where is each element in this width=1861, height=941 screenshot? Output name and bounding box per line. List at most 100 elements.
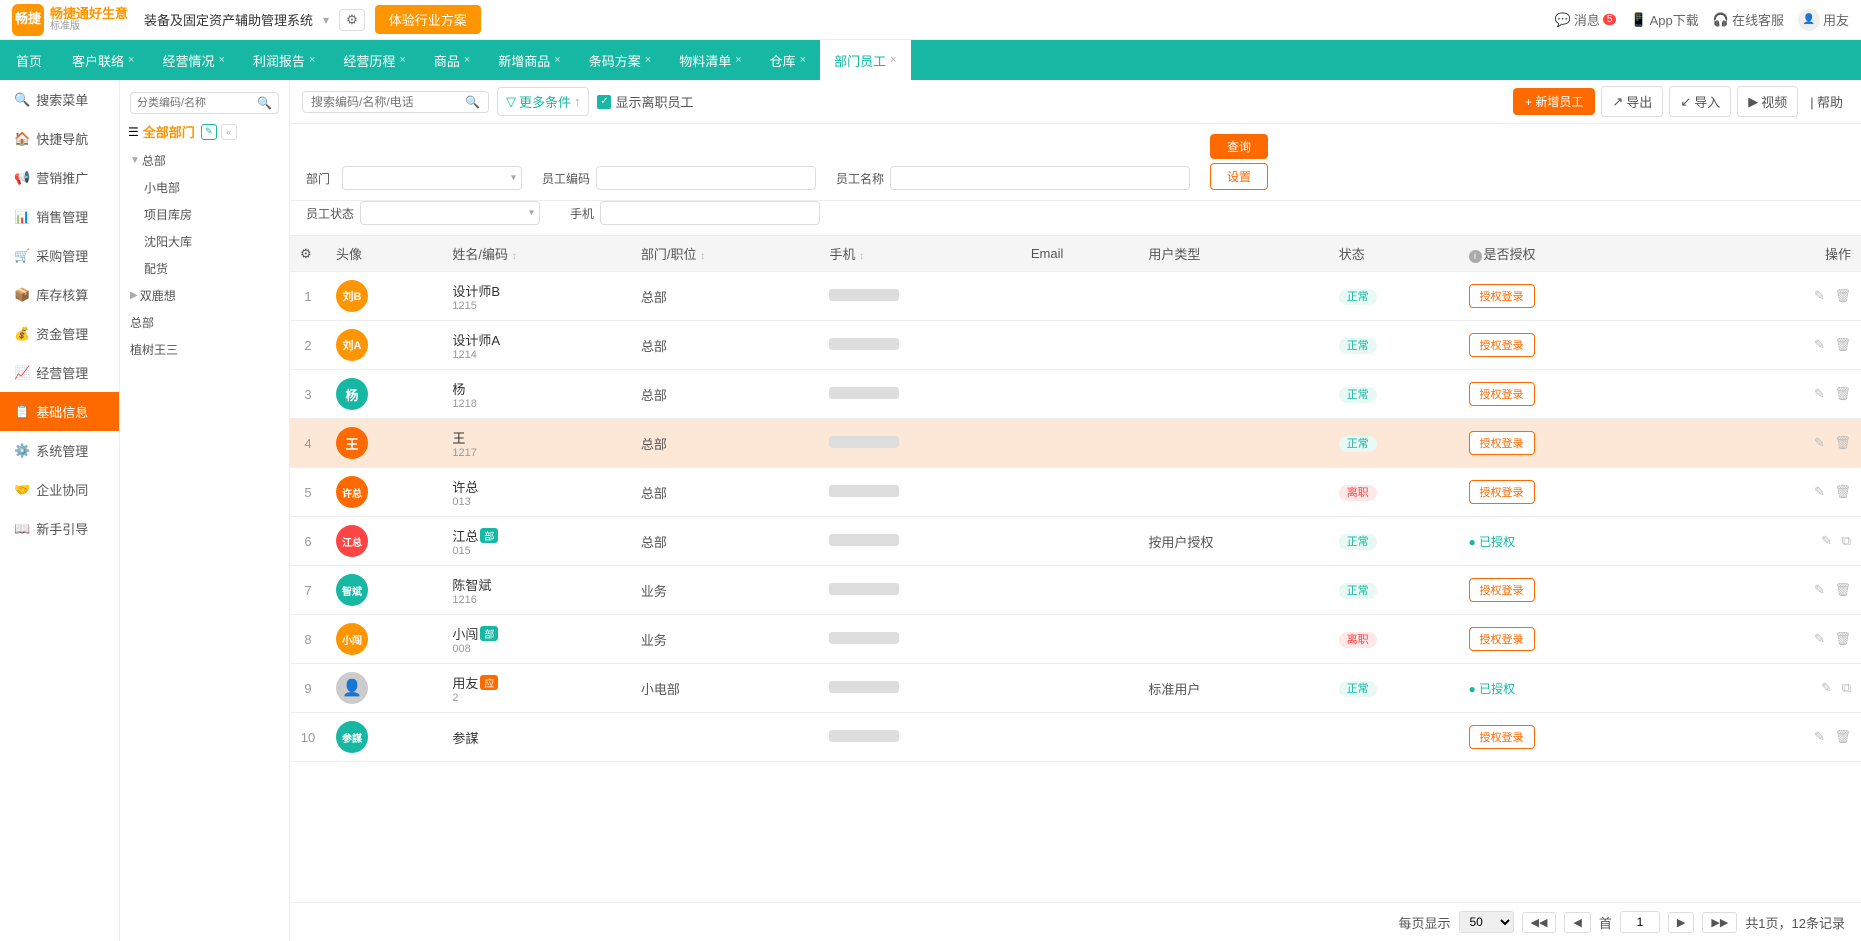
auth-btn[interactable]: 授权登录 [1469, 284, 1535, 308]
gear-btn[interactable]: ⚙ [339, 9, 365, 31]
sidebar-item-guide[interactable]: 📖 新手引导 [0, 509, 119, 548]
set-btn[interactable]: 设置 [1210, 163, 1268, 190]
table-row: 6 江总 江总 部 015 总部 按用户授权 [290, 517, 1861, 566]
dept-node-peihuo[interactable]: 配货 [120, 255, 289, 282]
emp-status-select[interactable] [360, 201, 540, 225]
sidebar-item-quick-nav[interactable]: 🏠 快捷导航 [0, 119, 119, 158]
online-service-btn[interactable]: 🎧 在线客服 [1713, 10, 1784, 29]
auth-btn[interactable]: 授权登录 [1469, 382, 1535, 406]
dept-node-shenyang[interactable]: 沈阳大库 [120, 228, 289, 255]
checkbox-icon: ✓ [597, 95, 611, 109]
show-resign-toggle[interactable]: ✓ 显示离职员工 [597, 92, 693, 111]
next-page-btn[interactable]: ▶ [1668, 912, 1694, 933]
edit-icon[interactable]: ✎ [1814, 386, 1825, 401]
delete-icon[interactable]: 🗑 [1834, 337, 1851, 352]
tab-warehouse[interactable]: 仓库 × [756, 40, 820, 80]
app-download-btn[interactable]: 📱 App下载 [1630, 10, 1698, 29]
tab-goods[interactable]: 商品 × [420, 40, 484, 80]
auth-btn[interactable]: 授权登录 [1469, 578, 1535, 602]
delete-icon[interactable]: 🗑 [1834, 484, 1851, 499]
edit-icon[interactable]: ✎ [1821, 533, 1832, 548]
auth-btn[interactable]: 授权登录 [1469, 431, 1535, 455]
tab-add-goods[interactable]: 新增商品 × [484, 40, 574, 80]
query-btn[interactable]: 查询 [1210, 134, 1268, 159]
marketing-icon: 📢 [14, 170, 30, 186]
view-btn[interactable]: ▶ 视频 [1737, 86, 1798, 117]
dropdown-btn[interactable]: ▾ [323, 13, 329, 27]
emp-name-input[interactable] [890, 166, 1190, 190]
edit-icon[interactable]: ✎ [1821, 680, 1832, 695]
dept-edit-icon[interactable]: ✎ [201, 124, 217, 140]
tab-barcode[interactable]: 条码方案 × [575, 40, 665, 80]
delete-icon[interactable]: 🗑 [1834, 582, 1851, 597]
exp-btn[interactable]: 体验行业方案 [375, 5, 481, 34]
tab-home[interactable]: 首页 [0, 40, 58, 80]
settings-col-icon[interactable]: ⚙ [300, 246, 312, 261]
first-page-btn[interactable]: ◀◀ [1522, 912, 1557, 933]
sidebar-item-system[interactable]: ⚙️ 系统管理 [0, 431, 119, 470]
search-input[interactable] [311, 95, 461, 109]
sidebar-item-marketing[interactable]: 📢 营销推广 [0, 158, 119, 197]
last-page-btn[interactable]: ▶▶ [1702, 912, 1737, 933]
prev-page-btn[interactable]: ◀ [1564, 912, 1590, 933]
delete-icon[interactable]: 🗑 [1834, 631, 1851, 646]
dept-select[interactable] [342, 166, 522, 190]
sidebar-item-sales[interactable]: 📊 销售管理 [0, 197, 119, 236]
tab-bom[interactable]: 物料清单 × [665, 40, 755, 80]
sidebar-item-ops[interactable]: 📈 经营管理 [0, 353, 119, 392]
sidebar-item-basic[interactable]: 📋 基础信息 [0, 392, 119, 431]
per-page-select[interactable]: 50 100 [1459, 911, 1514, 933]
tab-ops-history[interactable]: 经营历程 × [329, 40, 419, 80]
edit-icon[interactable]: ✎ [1814, 631, 1825, 646]
avatar: 👤 [336, 672, 368, 704]
help-btn[interactable]: | 帮助 [1804, 87, 1849, 116]
dept-collapse-icon[interactable]: « [221, 124, 237, 140]
edit-icon[interactable]: ✎ [1814, 435, 1825, 450]
logo: 畅捷 畅捷通好生意 标准版 [12, 4, 128, 36]
dept-search-icon: 🔍 [257, 96, 272, 110]
more-filter-btn[interactable]: ▽ 更多条件 ↑ [497, 87, 590, 116]
dept-node-project[interactable]: 项目库房 [120, 201, 289, 228]
auth-btn[interactable]: 授权登录 [1469, 627, 1535, 651]
edit-icon[interactable]: ✎ [1814, 484, 1825, 499]
tab-dept-staff[interactable]: 部门员工 × [820, 40, 910, 80]
tab-profit-report[interactable]: 利润报告 × [239, 40, 329, 80]
copy-icon[interactable]: ⧉ [1842, 533, 1851, 548]
dept-search-input[interactable] [137, 97, 253, 109]
sidebar-item-collab[interactable]: 🤝 企业协同 [0, 470, 119, 509]
dept-node-zhishu[interactable]: 植树王三 [120, 336, 289, 363]
edit-icon[interactable]: ✎ [1814, 288, 1825, 303]
phone-blur [829, 485, 899, 497]
sidebar-item-purchase[interactable]: 🛒 采购管理 [0, 236, 119, 275]
page-input[interactable] [1620, 911, 1660, 933]
user-menu[interactable]: 👤 用友 [1798, 9, 1849, 31]
add-employee-btn[interactable]: + 新增员工 [1513, 88, 1595, 115]
sidebar-item-search[interactable]: 🔍 搜索菜单 [0, 80, 119, 119]
copy-icon[interactable]: ⧉ [1842, 680, 1851, 695]
import-btn[interactable]: ↙ 导入 [1669, 86, 1731, 117]
dept-node-xiao-dian[interactable]: 小电部 [120, 174, 289, 201]
dept-node-zongbu-parent[interactable]: ▼ 总部 [120, 147, 289, 174]
phone-input[interactable] [600, 201, 820, 225]
dept-node-zongbu[interactable]: 总部 [120, 309, 289, 336]
sidebar-item-inventory[interactable]: 📦 库存核算 [0, 275, 119, 314]
sidebar-item-finance[interactable]: 💰 资金管理 [0, 314, 119, 353]
delete-icon[interactable]: 🗑 [1834, 288, 1851, 303]
auth-btn[interactable]: 授权登录 [1469, 480, 1535, 504]
delete-icon[interactable]: 🗑 [1834, 729, 1851, 744]
message-btn[interactable]: 💬 消息 5 [1555, 10, 1617, 29]
dept-node-shuanglu[interactable]: ▶ 双鹿想 [120, 282, 289, 309]
auth-btn[interactable]: 授权登录 [1469, 725, 1535, 749]
edit-icon[interactable]: ✎ [1814, 729, 1825, 744]
emp-code-input[interactable] [596, 166, 816, 190]
tab-ops-status[interactable]: 经营情况 × [148, 40, 238, 80]
edit-icon[interactable]: ✎ [1814, 337, 1825, 352]
search-icon: 🔍 [465, 95, 480, 109]
delete-icon[interactable]: 🗑 [1834, 435, 1851, 450]
auth-btn[interactable]: 授权登录 [1469, 333, 1535, 357]
export-btn[interactable]: ↗ 导出 [1601, 86, 1663, 117]
delete-icon[interactable]: 🗑 [1834, 386, 1851, 401]
edit-icon[interactable]: ✎ [1814, 582, 1825, 597]
tab-customer[interactable]: 客户联络 × [58, 40, 148, 80]
status-badge: 正常 [1339, 436, 1377, 452]
